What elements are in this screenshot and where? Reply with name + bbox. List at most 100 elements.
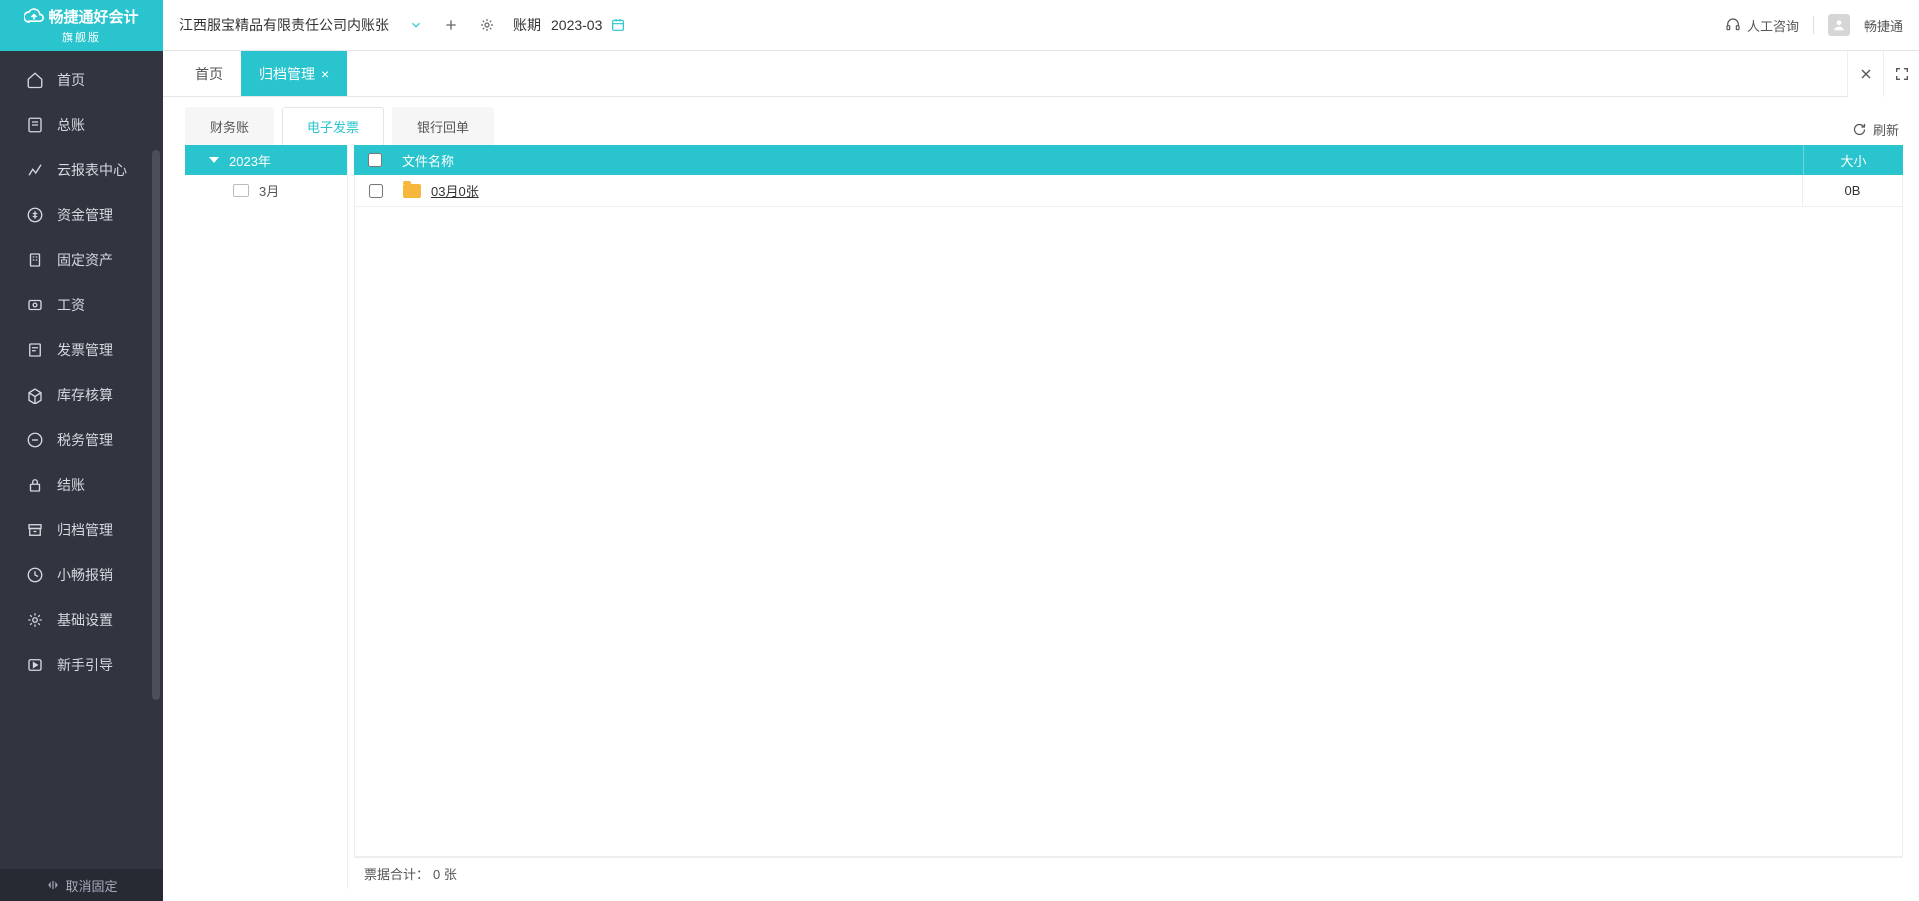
- lock-icon: [25, 475, 45, 495]
- nav-inventory[interactable]: 库存核算: [0, 372, 163, 417]
- nav-expense[interactable]: 小畅报销: [0, 552, 163, 597]
- nav-close[interactable]: 结账: [0, 462, 163, 507]
- tree-month-node[interactable]: 3月: [185, 175, 347, 205]
- building-icon: [25, 250, 45, 270]
- sidebar-scrollbar[interactable]: [152, 150, 160, 700]
- nav-label: 基础设置: [57, 610, 113, 630]
- summary-label: 票据合计：: [364, 864, 429, 883]
- nav-label: 首页: [57, 70, 85, 90]
- page-tabs: 首页 归档管理 ×: [163, 51, 1919, 97]
- sidebar: 畅捷通好会计 旗舰版 首页 总账 云报表中心 资金管理 固定资产 工资 发票管理…: [0, 0, 163, 901]
- settings-button[interactable]: [479, 17, 495, 33]
- table-row: 03月0张 0B: [355, 175, 1902, 207]
- avatar[interactable]: [1828, 14, 1850, 36]
- brand-title: 畅捷通好会计: [48, 6, 138, 27]
- close-icon[interactable]: ×: [321, 66, 329, 82]
- calendar-icon[interactable]: [610, 17, 626, 33]
- nav-archive[interactable]: 归档管理: [0, 507, 163, 552]
- top-header: 江西服宝精品有限责任公司内账张 账期 2023-03 人工咨询 畅捷通: [163, 0, 1919, 51]
- table-header: 文件名称 大小: [354, 145, 1903, 175]
- brand-icon: [24, 7, 44, 27]
- nav-assets[interactable]: 固定资产: [0, 237, 163, 282]
- sub-tabs: 财务账 电子发票 银行回单 刷新: [185, 107, 1903, 145]
- nav-salary[interactable]: 工资: [0, 282, 163, 327]
- ledger-icon: [25, 115, 45, 135]
- nav-label: 小畅报销: [57, 565, 113, 585]
- col-name: 文件名称: [396, 151, 1803, 170]
- sidebar-unpin-button[interactable]: 取消固定: [0, 869, 163, 901]
- nav-label: 工资: [57, 295, 85, 315]
- folder-icon: [403, 184, 421, 198]
- headset-icon: [1725, 17, 1741, 33]
- summary-value: 0 张: [433, 864, 457, 883]
- invoice-icon: [25, 340, 45, 360]
- nav-label: 新手引导: [57, 655, 113, 675]
- play-icon: [25, 655, 45, 675]
- user-name[interactable]: 畅捷通: [1864, 16, 1903, 35]
- tab-label: 归档管理: [259, 64, 315, 84]
- select-all-checkbox[interactable]: [368, 153, 382, 167]
- nav-home[interactable]: 首页: [0, 57, 163, 102]
- gear-icon: [25, 610, 45, 630]
- archive-icon: [25, 520, 45, 540]
- col-size: 大小: [1803, 145, 1903, 175]
- nav-report[interactable]: 云报表中心: [0, 147, 163, 192]
- subtab-einvoice[interactable]: 电子发票: [282, 107, 384, 145]
- subtab-bank[interactable]: 银行回单: [392, 107, 494, 145]
- chevron-down-icon[interactable]: [409, 18, 423, 32]
- nav-funds[interactable]: 资金管理: [0, 192, 163, 237]
- nav-label: 资金管理: [57, 205, 113, 225]
- money-icon: [25, 205, 45, 225]
- tree-year-node[interactable]: 2023年: [185, 145, 347, 175]
- brand-logo-area: 畅捷通好会计 旗舰版: [0, 0, 163, 51]
- chart-icon: [25, 160, 45, 180]
- nav-ledger[interactable]: 总账: [0, 102, 163, 147]
- summary-bar: 票据合计： 0 张: [354, 857, 1903, 889]
- file-size: 0B: [1802, 175, 1902, 206]
- folder-tree: 2023年 3月: [185, 145, 348, 889]
- inventory-icon: [25, 385, 45, 405]
- subtab-label: 电子发票: [307, 117, 359, 136]
- folder-outline-icon: [233, 184, 249, 197]
- file-list: 文件名称 大小 03月0张 0B 票据合计： 0 张: [354, 145, 1903, 889]
- subtab-label: 银行回单: [417, 117, 469, 136]
- content-area: 财务账 电子发票 银行回单 刷新 2023年 3月 文件名称 大小: [163, 97, 1919, 901]
- tab-label: 首页: [195, 64, 223, 84]
- nav-label: 税务管理: [57, 430, 113, 450]
- chevron-down-icon: [209, 157, 219, 163]
- subtab-finance[interactable]: 财务账: [185, 107, 274, 145]
- expense-icon: [25, 565, 45, 585]
- home-icon: [25, 70, 45, 90]
- nav-label: 归档管理: [57, 520, 113, 540]
- consult-link[interactable]: 人工咨询: [1725, 16, 1799, 35]
- salary-icon: [25, 295, 45, 315]
- file-link[interactable]: 03月0张: [431, 181, 479, 200]
- tab-home[interactable]: 首页: [177, 51, 241, 96]
- tax-icon: [25, 430, 45, 450]
- period-label: 账期: [513, 15, 541, 35]
- company-selector[interactable]: 江西服宝精品有限责任公司内账张: [179, 15, 389, 35]
- tab-archive[interactable]: 归档管理 ×: [241, 51, 347, 96]
- nav-guide[interactable]: 新手引导: [0, 642, 163, 687]
- nav-tax[interactable]: 税务管理: [0, 417, 163, 462]
- nav-label: 结账: [57, 475, 85, 495]
- add-button[interactable]: [443, 17, 459, 33]
- nav-label: 发票管理: [57, 340, 113, 360]
- divider: [1813, 16, 1814, 34]
- nav-list: 首页 总账 云报表中心 资金管理 固定资产 工资 发票管理 库存核算 税务管理 …: [0, 57, 163, 687]
- nav-invoice[interactable]: 发票管理: [0, 327, 163, 372]
- nav-settings[interactable]: 基础设置: [0, 597, 163, 642]
- nav-label: 库存核算: [57, 385, 113, 405]
- period-value[interactable]: 2023-03: [551, 17, 602, 33]
- nav-label: 固定资产: [57, 250, 113, 270]
- row-checkbox[interactable]: [369, 184, 383, 198]
- consult-label: 人工咨询: [1747, 16, 1799, 35]
- subtab-label: 财务账: [210, 117, 249, 136]
- refresh-button[interactable]: 刷新: [1852, 120, 1903, 145]
- close-all-button[interactable]: [1847, 51, 1883, 97]
- nav-label: 云报表中心: [57, 160, 127, 180]
- fullscreen-button[interactable]: [1883, 51, 1919, 97]
- tree-month-label: 3月: [259, 181, 279, 200]
- nav-label: 总账: [57, 115, 85, 135]
- unpin-label: 取消固定: [65, 876, 117, 895]
